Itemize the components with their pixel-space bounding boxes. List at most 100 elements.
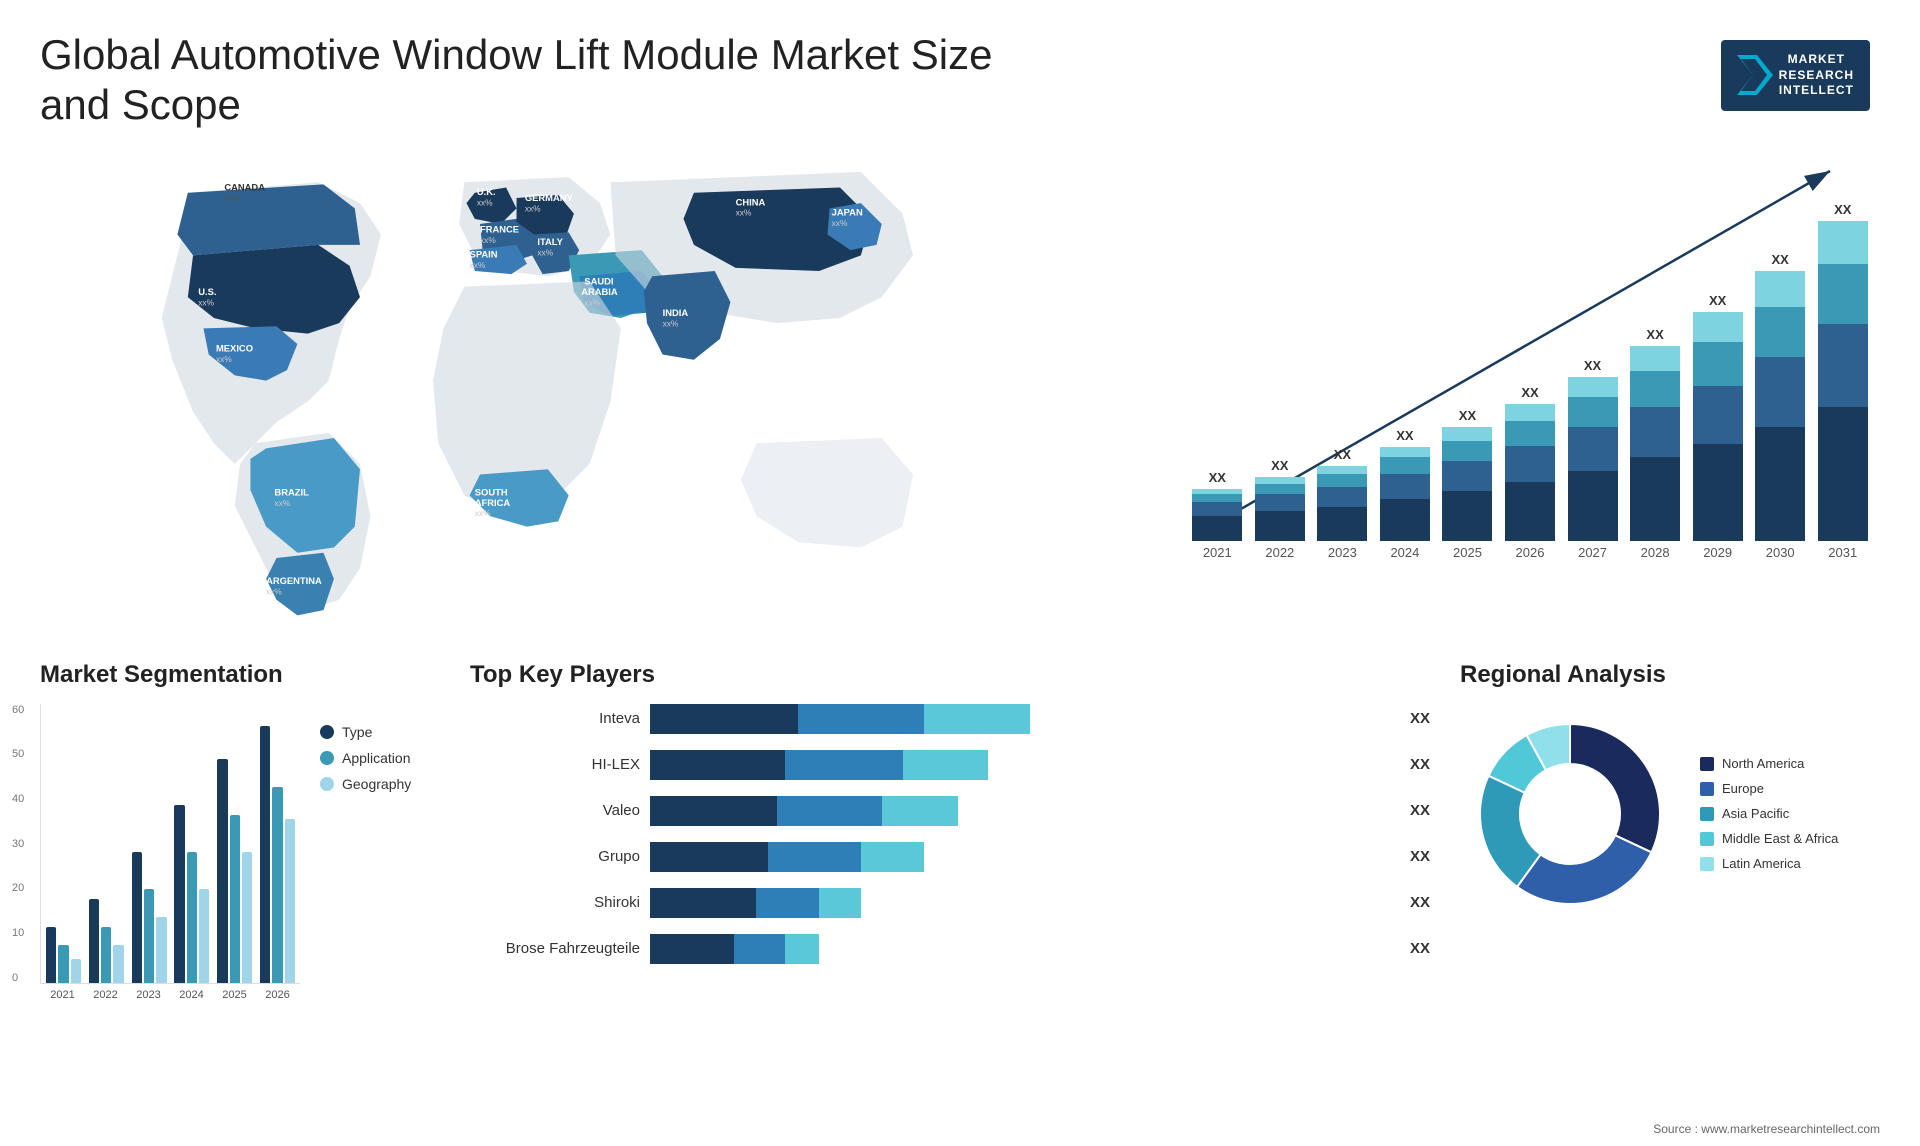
bar-value-2031: XX xyxy=(1834,202,1851,217)
regional-legend-color-0 xyxy=(1700,757,1714,771)
seg-bar-0 xyxy=(89,899,99,983)
bar-value-2025: XX xyxy=(1459,408,1476,423)
bar-segment-2 xyxy=(1755,307,1805,357)
year-label-2025: 2025 xyxy=(1440,545,1495,560)
seg-years: 202120222023202420252026 xyxy=(40,989,300,1001)
main-container: Global Automotive Window Lift Module Mar… xyxy=(0,0,1920,1146)
bar-segment-3 xyxy=(1317,466,1367,474)
bar-segment-1 xyxy=(1380,474,1430,499)
svg-text:xx%: xx% xyxy=(525,203,541,213)
bar-segment-0 xyxy=(1505,482,1555,540)
bar-segment-3 xyxy=(1630,346,1680,371)
player-seg-2 xyxy=(903,750,987,780)
bar-segment-0 xyxy=(1255,511,1305,541)
bar-segment-3 xyxy=(1505,404,1555,421)
y-label-50: 50 xyxy=(12,748,24,760)
segmentation-title: Market Segmentation xyxy=(40,661,440,689)
bar-group-2024: XX xyxy=(1378,161,1433,541)
year-label-2026: 2026 xyxy=(1503,545,1558,560)
seg-bars-wrapper: 60 50 40 30 20 10 0 20212022202320242025… xyxy=(40,704,300,1001)
bar-value-2026: XX xyxy=(1521,385,1538,400)
bar-segment-2 xyxy=(1630,371,1680,408)
player-name-3: Grupo xyxy=(470,848,640,865)
year-label-2024: 2024 xyxy=(1378,545,1433,560)
seg-legend-label-1: Application xyxy=(342,750,411,766)
bar-segment-0 xyxy=(1568,471,1618,541)
svg-text:xx%: xx% xyxy=(832,218,848,228)
seg-legend-item-0: Type xyxy=(320,724,411,740)
world-map: CANADA xx% U.S. xx% MEXICO xx% BRAZIL xx… xyxy=(40,151,1160,631)
seg-bar-2 xyxy=(199,889,209,982)
seg-bar-1 xyxy=(144,889,154,982)
player-seg-0 xyxy=(650,888,756,918)
bar-stack-2025 xyxy=(1442,427,1492,540)
map-section: CANADA xx% U.S. xx% MEXICO xx% BRAZIL xx… xyxy=(40,151,1160,631)
seg-bar-0 xyxy=(217,759,227,983)
source-text: Source : www.marketresearchintellect.com xyxy=(1653,1122,1880,1136)
player-bar-container-0 xyxy=(650,704,1392,734)
bar-stack-2028 xyxy=(1630,346,1680,541)
svg-text:xx%: xx% xyxy=(537,247,553,257)
player-row-5: Brose FahrzeugteileXX xyxy=(470,934,1430,964)
bar-segment-1 xyxy=(1505,446,1555,483)
player-seg-1 xyxy=(798,704,925,734)
player-seg-2 xyxy=(924,704,1030,734)
player-row-2: ValeoXX xyxy=(470,796,1430,826)
player-seg-1 xyxy=(756,888,819,918)
bar-segment-3 xyxy=(1442,427,1492,440)
y-label-30: 30 xyxy=(12,838,24,850)
player-seg-1 xyxy=(777,796,883,826)
regional-legend: North AmericaEuropeAsia PacificMiddle Ea… xyxy=(1700,756,1838,871)
svg-text:xx%: xx% xyxy=(480,235,496,245)
svg-text:INDIA: INDIA xyxy=(663,307,689,318)
player-seg-2 xyxy=(861,842,924,872)
bar-segment-1 xyxy=(1192,502,1242,515)
bar-value-2021: XX xyxy=(1209,470,1226,485)
regional-legend-color-2 xyxy=(1700,807,1714,821)
seg-legend-dot-0 xyxy=(320,725,334,739)
player-name-0: Inteva xyxy=(470,710,640,727)
growth-chart: XXXXXXXXXXXXXXXXXXXXXX 20212022202320242… xyxy=(1190,161,1870,581)
year-label-2030: 2030 xyxy=(1753,545,1808,560)
bar-stack-2026 xyxy=(1505,404,1555,541)
svg-text:FRANCE: FRANCE xyxy=(480,223,519,234)
year-label-2031: 2031 xyxy=(1815,545,1870,560)
svg-text:ITALY: ITALY xyxy=(537,236,563,247)
seg-group-2022 xyxy=(89,899,124,983)
regional-legend-label-0: North America xyxy=(1722,756,1804,771)
bar-segment-3 xyxy=(1818,221,1868,264)
regional-legend-item-1: Europe xyxy=(1700,781,1838,796)
regional-legend-label-4: Latin America xyxy=(1722,856,1801,871)
y-label-20: 20 xyxy=(12,882,24,894)
player-seg-1 xyxy=(734,934,785,964)
svg-text:xx%: xx% xyxy=(584,297,600,307)
seg-bar-2 xyxy=(156,917,166,982)
regional-legend-item-0: North America xyxy=(1700,756,1838,771)
players-bars: IntevaXXHI-LEXXXValeoXXGrupoXXShirokiXXB… xyxy=(470,704,1430,964)
logo-text-line2: RESEARCH xyxy=(1779,68,1854,84)
logo-icon xyxy=(1737,55,1773,95)
bar-segment-1 xyxy=(1317,487,1367,507)
bar-segment-0 xyxy=(1630,457,1680,540)
bar-segment-0 xyxy=(1755,427,1805,540)
seg-group-2026 xyxy=(260,726,295,983)
bar-segment-2 xyxy=(1380,457,1430,474)
bar-segment-1 xyxy=(1693,386,1743,444)
svg-text:xx%: xx% xyxy=(274,498,290,508)
y-label-60: 60 xyxy=(12,704,24,716)
player-name-5: Brose Fahrzeugteile xyxy=(470,940,640,957)
player-row-0: IntevaXX xyxy=(470,704,1430,734)
bar-segment-3 xyxy=(1755,271,1805,308)
seg-bar-1 xyxy=(230,815,240,983)
player-value-2: XX xyxy=(1410,802,1430,819)
player-seg-2 xyxy=(785,934,819,964)
seg-group-2025 xyxy=(217,759,252,983)
bar-group-2022: XX xyxy=(1253,161,1308,541)
donut-area: North AmericaEuropeAsia PacificMiddle Ea… xyxy=(1460,704,1880,924)
seg-legend-dot-1 xyxy=(320,751,334,765)
bar-group-2029: XX xyxy=(1690,161,1745,541)
player-name-1: HI-LEX xyxy=(470,756,640,773)
player-bar-container-4 xyxy=(650,888,1392,918)
bar-segment-0 xyxy=(1380,499,1430,541)
year-label-2022: 2022 xyxy=(1253,545,1308,560)
